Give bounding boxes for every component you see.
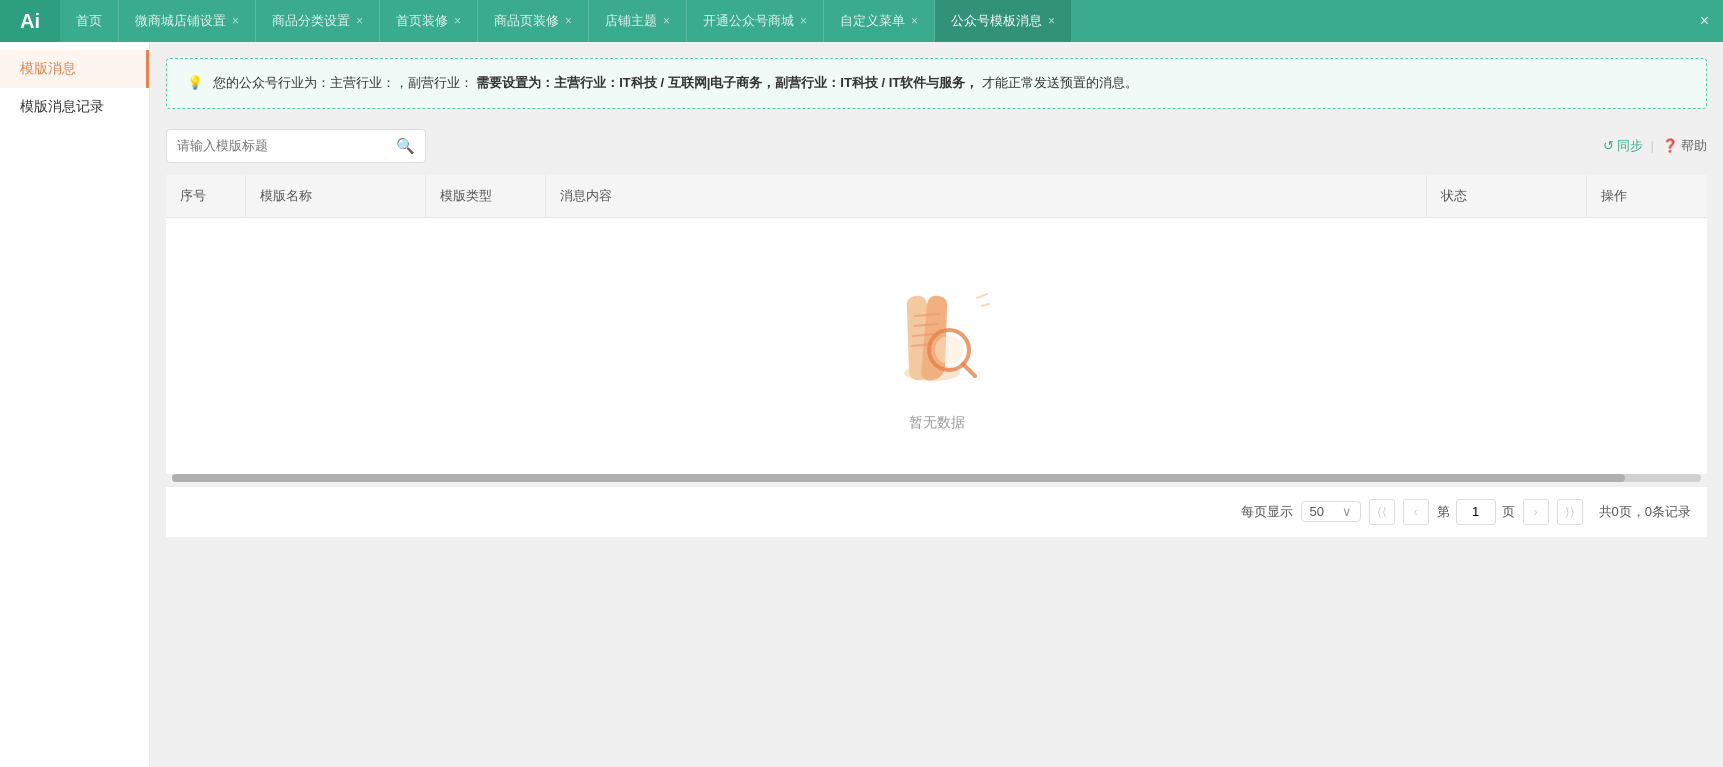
first-page-icon: ⟨⟨	[1377, 505, 1387, 519]
per-page-chevron-icon: ∨	[1342, 504, 1352, 519]
empty-text: 暂无数据	[909, 414, 965, 432]
tab-bar: Ai 首页 微商城店铺设置 × 商品分类设置 × 首页装修 × 商品页装修 × …	[0, 0, 1723, 42]
next-page-icon: ›	[1534, 505, 1538, 519]
col-content: 消息内容	[546, 175, 1427, 217]
last-page-icon: ⟩⟩	[1565, 505, 1575, 519]
sync-button[interactable]: ↺ 同步	[1603, 137, 1643, 155]
col-index: 序号	[166, 175, 246, 217]
per-page-label: 每页显示	[1241, 503, 1293, 521]
horizontal-scrollbar[interactable]	[166, 474, 1707, 486]
empty-icon	[877, 278, 997, 398]
close-tab-product-page-decor[interactable]: ×	[565, 14, 572, 28]
help-icon: ❓	[1662, 138, 1678, 153]
sync-label: 同步	[1617, 137, 1643, 155]
sidebar-item-template-msg-record-label: 模版消息记录	[20, 98, 104, 114]
page-input[interactable]	[1456, 499, 1496, 525]
col-action: 操作	[1587, 175, 1707, 217]
close-tab-weishop[interactable]: ×	[232, 14, 239, 28]
tab-product-page-decor[interactable]: 商品页装修 ×	[478, 0, 589, 42]
tab-custom-menu[interactable]: 自定义菜单 ×	[824, 0, 935, 42]
main-layout: 模版消息 模版消息记录 💡 您的公众号行业为：主营行业：，副营行业： 需要设置为…	[0, 42, 1723, 767]
tab-open-public-shop-label: 开通公众号商城	[703, 12, 794, 30]
sidebar: 模版消息 模版消息记录	[0, 42, 150, 767]
first-page-button[interactable]: ⟨⟨	[1369, 499, 1395, 525]
notice-icon: 💡	[187, 75, 203, 90]
tab-home[interactable]: 首页	[60, 0, 119, 42]
search-icon[interactable]: 🔍	[396, 137, 415, 155]
tab-template-msg-label: 公众号模板消息	[951, 12, 1042, 30]
per-page-select[interactable]: 50 ∨	[1301, 501, 1361, 522]
close-tab-shop-theme[interactable]: ×	[663, 14, 670, 28]
svg-point-6	[935, 336, 963, 364]
sidebar-item-template-msg-label: 模版消息	[20, 60, 76, 76]
total-info: 共0页，0条记录	[1599, 503, 1691, 521]
table-header: 序号 模版名称 模版类型 消息内容 状态 操作	[166, 175, 1707, 218]
per-page-value: 50	[1310, 504, 1324, 519]
toolbar-divider: |	[1651, 138, 1654, 153]
toolbar-right: ↺ 同步 | ❓ 帮助	[1603, 137, 1707, 155]
close-tab-product-category[interactable]: ×	[356, 14, 363, 28]
sidebar-item-template-msg[interactable]: 模版消息	[0, 50, 149, 88]
col-status: 状态	[1427, 175, 1587, 217]
help-button[interactable]: ❓ 帮助	[1662, 137, 1707, 155]
tab-product-category-label: 商品分类设置	[272, 12, 350, 30]
page-input-wrap: 第 页	[1437, 499, 1515, 525]
close-tab-template-msg[interactable]: ×	[1048, 14, 1055, 28]
notice-highlight: 需要设置为：主营行业：IT科技 / 互联网|电子商务，副营行业：IT科技 / I…	[476, 75, 978, 90]
last-page-button[interactable]: ⟩⟩	[1557, 499, 1583, 525]
tab-open-public-shop[interactable]: 开通公众号商城 ×	[687, 0, 824, 42]
tab-product-category[interactable]: 商品分类设置 ×	[256, 0, 380, 42]
page-label: 第	[1437, 503, 1450, 521]
close-tab-custom-menu[interactable]: ×	[911, 14, 918, 28]
app-logo: Ai	[0, 0, 60, 42]
tab-home-decor[interactable]: 首页装修 ×	[380, 0, 478, 42]
tab-template-msg[interactable]: 公众号模板消息 ×	[935, 0, 1072, 42]
page-unit: 页	[1502, 503, 1515, 521]
empty-state: 暂无数据	[166, 218, 1707, 472]
tab-product-page-decor-label: 商品页装修	[494, 12, 559, 30]
col-name: 模版名称	[246, 175, 426, 217]
close-all-tabs-button[interactable]: ×	[1686, 12, 1723, 30]
notice-text-prefix: 您的公众号行业为：主营行业：，副营行业：	[213, 75, 473, 90]
data-table: 序号 模版名称 模版类型 消息内容 状态 操作	[166, 175, 1707, 537]
svg-line-7	[963, 364, 975, 376]
prev-page-icon: ‹	[1414, 505, 1418, 519]
scrollbar-thumb	[172, 474, 1625, 482]
tab-home-label: 首页	[76, 12, 102, 30]
help-label: 帮助	[1681, 137, 1707, 155]
sync-icon: ↺	[1603, 138, 1614, 153]
search-input[interactable]	[177, 138, 396, 153]
close-tab-open-public-shop[interactable]: ×	[800, 14, 807, 28]
search-bar: 🔍 ↺ 同步 | ❓ 帮助	[166, 129, 1707, 163]
notice-box: 💡 您的公众号行业为：主营行业：，副营行业： 需要设置为：主营行业：IT科技 /…	[166, 58, 1707, 109]
tab-home-decor-label: 首页装修	[396, 12, 448, 30]
col-type: 模版类型	[426, 175, 546, 217]
scrollbar-track	[172, 474, 1701, 482]
sidebar-item-template-msg-record[interactable]: 模版消息记录	[0, 88, 149, 126]
tab-shop-theme-label: 店铺主题	[605, 12, 657, 30]
tab-shop-theme[interactable]: 店铺主题 ×	[589, 0, 687, 42]
prev-page-button[interactable]: ‹	[1403, 499, 1429, 525]
svg-line-9	[982, 304, 989, 306]
notice-text-suffix: 才能正常发送预置的消息。	[982, 75, 1138, 90]
content-area: 💡 您的公众号行业为：主营行业：，副营行业： 需要设置为：主营行业：IT科技 /…	[150, 42, 1723, 767]
tab-custom-menu-label: 自定义菜单	[840, 12, 905, 30]
tab-weishop-label: 微商城店铺设置	[135, 12, 226, 30]
search-input-wrap[interactable]: 🔍	[166, 129, 426, 163]
next-page-button[interactable]: ›	[1523, 499, 1549, 525]
pagination: 每页显示 50 ∨ ⟨⟨ ‹ 第 页 ›	[166, 486, 1707, 537]
tab-weishop-settings[interactable]: 微商城店铺设置 ×	[119, 0, 256, 42]
svg-line-8	[977, 294, 987, 298]
close-tab-home-decor[interactable]: ×	[454, 14, 461, 28]
